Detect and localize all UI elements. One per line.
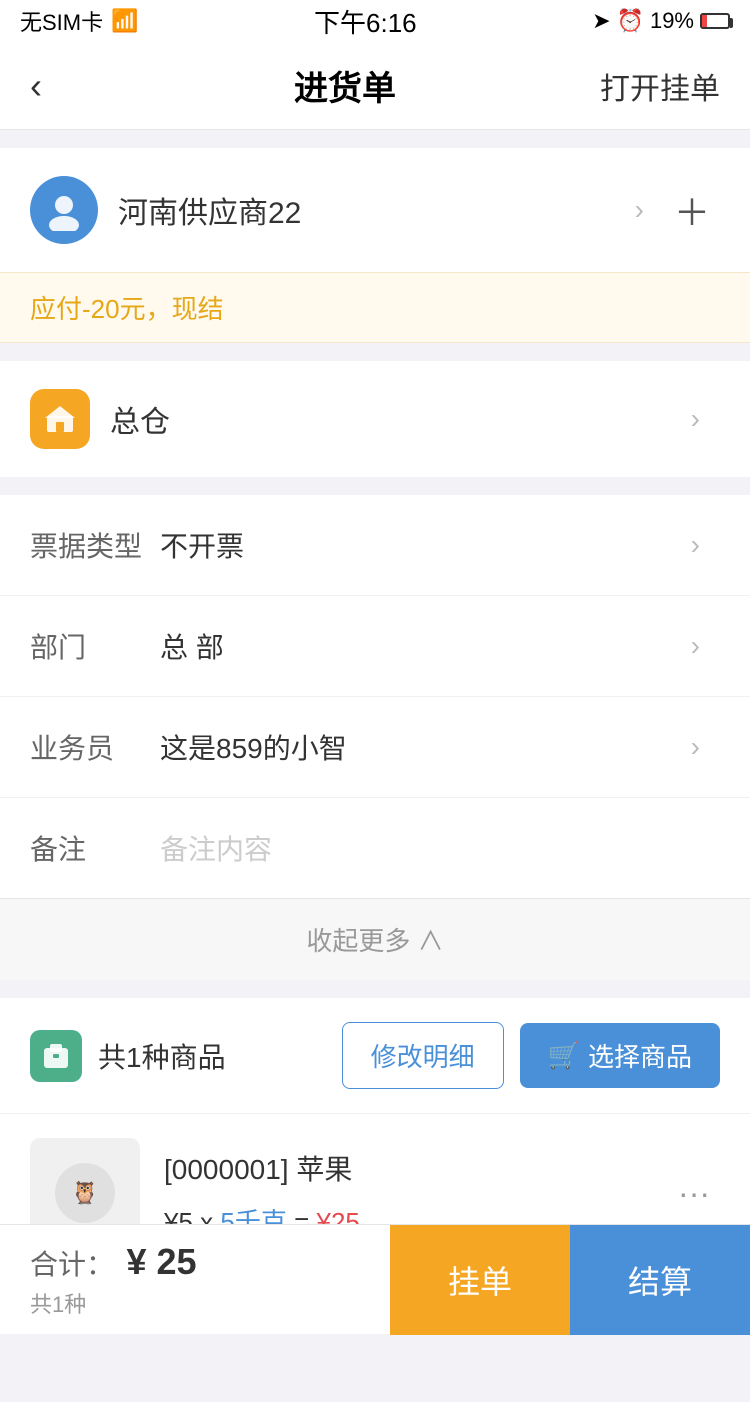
form-section: 票据类型 不开票 › 部门 总 部 › 业务员 这是859的小智 › 备注 备注…: [0, 495, 750, 898]
supplier-section: 河南供应商22 › ＋ 应付-20元，现结: [0, 148, 750, 343]
remark-row[interactable]: 备注 备注内容: [0, 798, 750, 898]
product-more-button[interactable]: ···: [668, 1165, 720, 1222]
invoice-type-value: 不开票: [160, 525, 691, 565]
add-supplier-button[interactable]: ＋: [664, 184, 720, 236]
page-title: 进货单: [294, 61, 396, 110]
battery-icon: [700, 13, 730, 29]
supplier-notice: 应付-20元，现结: [0, 272, 750, 343]
remark-label: 备注: [30, 828, 160, 868]
status-right: ➤ ⏰ 19%: [592, 8, 730, 34]
chevron-right-icon: ›: [635, 194, 644, 226]
product-title: 苹果: [296, 1154, 352, 1185]
total-amount: ¥ 25: [126, 1241, 196, 1282]
product-header: 共1种商品 修改明细 🛒 选择商品: [0, 998, 750, 1114]
total-section: 合计： ¥ 25 共1种: [0, 1241, 390, 1319]
invoice-type-row[interactable]: 票据类型 不开票 ›: [0, 495, 750, 596]
location-icon: ➤: [592, 8, 610, 34]
salesperson-row[interactable]: 业务员 这是859的小智 ›: [0, 697, 750, 798]
alarm-icon: ⏰: [617, 8, 644, 34]
supplier-avatar: [30, 176, 98, 244]
warehouse-section[interactable]: 总仓 ›: [0, 361, 750, 477]
department-label: 部门: [30, 626, 160, 666]
open-hang-button[interactable]: 打开挂单: [600, 64, 720, 108]
product-name: [0000001] 苹果: [164, 1148, 668, 1188]
bottom-bar: 合计： ¥ 25 共1种 挂单 结算: [0, 1224, 750, 1334]
remark-placeholder[interactable]: 备注内容: [160, 828, 720, 868]
status-left: 无SIM卡 📶: [20, 5, 139, 37]
status-bar: 无SIM卡 📶 下午6:16 ➤ ⏰ 19%: [0, 0, 750, 42]
product-code: [0000001]: [164, 1154, 289, 1185]
collapse-bar[interactable]: 收起更多 ∧: [0, 898, 750, 980]
select-product-button[interactable]: 🛒 选择商品: [520, 1023, 720, 1088]
chevron-right-icon: ›: [691, 630, 700, 662]
salesperson-label: 业务员: [30, 727, 160, 767]
select-product-label: 选择商品: [588, 1037, 692, 1074]
checkout-button[interactable]: 结算: [570, 1225, 750, 1335]
carrier-label: 无SIM卡: [20, 5, 103, 37]
status-time: 下午6:16: [314, 3, 417, 40]
supplier-row[interactable]: 河南供应商22 › ＋: [0, 148, 750, 272]
back-button[interactable]: ‹: [30, 65, 90, 107]
chevron-right-icon: ›: [691, 731, 700, 763]
total-count: 共1种: [30, 1287, 360, 1319]
salesperson-value: 这是859的小智: [160, 727, 691, 767]
product-count-label: 共1种商品: [98, 1036, 342, 1076]
supplier-name: 河南供应商22: [118, 188, 635, 232]
nav-bar: ‹ 进货单 打开挂单: [0, 42, 750, 130]
department-value: 总 部: [160, 626, 691, 666]
invoice-type-label: 票据类型: [30, 525, 160, 565]
department-row[interactable]: 部门 总 部 ›: [0, 596, 750, 697]
cart-icon: 🛒: [548, 1040, 580, 1071]
chevron-right-icon: ›: [691, 529, 700, 561]
product-icon: [30, 1030, 82, 1082]
warehouse-name: 总仓: [110, 397, 691, 441]
hang-button[interactable]: 挂单: [390, 1225, 570, 1335]
warehouse-icon: [30, 389, 90, 449]
battery-label: 19%: [650, 8, 694, 34]
wifi-icon: 📶: [111, 8, 138, 34]
svg-text:🦉: 🦉: [71, 1180, 98, 1205]
chevron-right-icon: ›: [691, 403, 700, 435]
total-label: 合计：: [30, 1249, 114, 1280]
edit-detail-button[interactable]: 修改明细: [342, 1022, 504, 1089]
